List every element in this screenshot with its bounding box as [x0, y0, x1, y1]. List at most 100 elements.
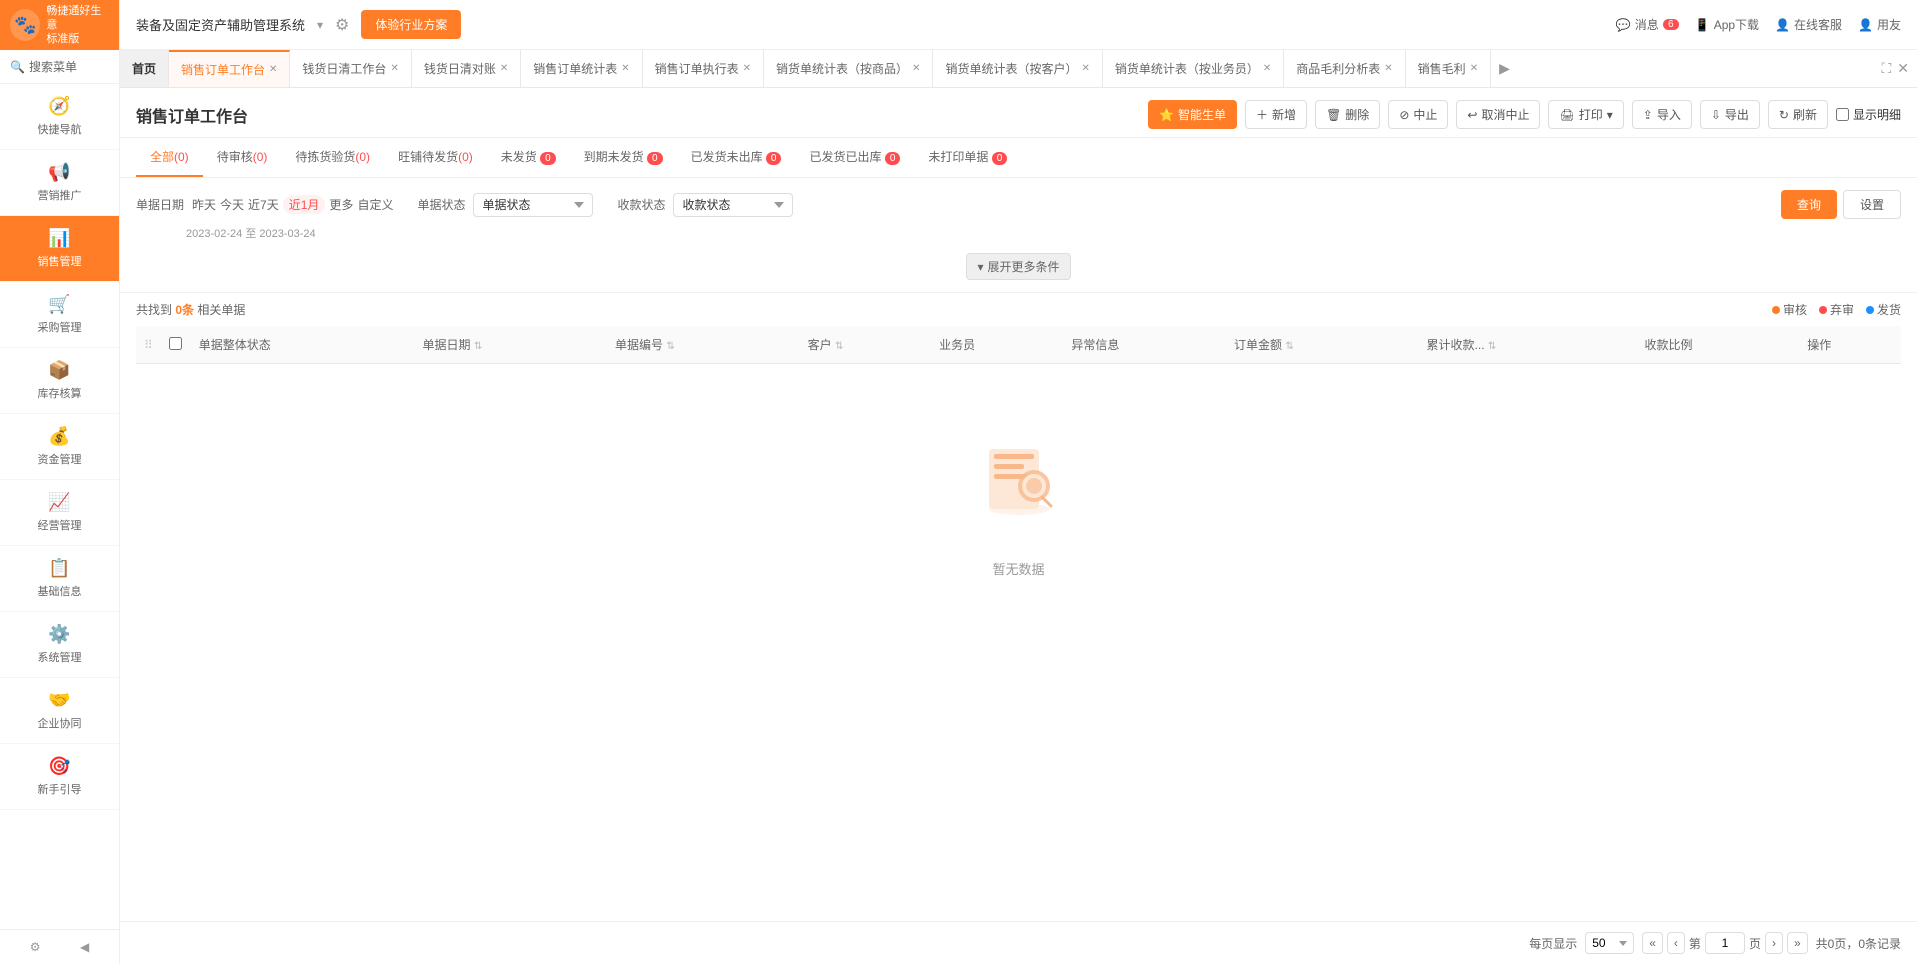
tab-cash-daily[interactable]: 钱货日清工作台 ✕	[290, 50, 411, 88]
sort-collected-icon: ⇅	[1488, 341, 1496, 352]
show-detail-checkbox[interactable]: 显示明细	[1836, 106, 1901, 123]
date-quick-group: 昨天 今天 近7天 近1月 更多 自定义	[192, 195, 393, 214]
tab-sales-single-product[interactable]: 销货单统计表（按商品） ✕	[764, 50, 933, 88]
date-custom[interactable]: 自定义	[357, 196, 393, 213]
expand-conditions-button[interactable]: ▾ 展开更多条件	[966, 253, 1070, 280]
filter-tab-shipped-outbound[interactable]: 已发货已出库 0	[795, 138, 914, 177]
industry-button[interactable]: 体验行业方案	[361, 10, 461, 39]
user-menu[interactable]: 👤 用友	[1858, 16, 1901, 33]
page-size-select[interactable]: 50 10 20 100	[1585, 932, 1634, 954]
sidebar-item-collab[interactable]: 🤝 企业协同	[0, 678, 119, 744]
date-today[interactable]: 今天	[220, 196, 244, 213]
tab-home[interactable]: 首页	[120, 50, 169, 88]
settings-icon[interactable]: ⚙	[30, 940, 41, 954]
filter-tab-not-printed[interactable]: 未打印单据 0	[914, 138, 1021, 177]
collapse-icon[interactable]: ◀	[80, 940, 89, 954]
filter-tab-all[interactable]: 全部(0)	[136, 138, 203, 177]
ship-dot	[1866, 306, 1874, 314]
tab-sales-more[interactable]: 销售毛利 ✕	[1406, 50, 1491, 88]
sidebar-item-operations[interactable]: 📈 经营管理	[0, 480, 119, 546]
last-page-button[interactable]: »	[1787, 932, 1808, 954]
first-page-button[interactable]: «	[1642, 932, 1663, 954]
sidebar-item-sales[interactable]: 📊 销售管理	[0, 216, 119, 282]
payment-select[interactable]: 收款状态	[673, 193, 793, 217]
tab-sales-single-customer[interactable]: 销货单统计表（按客户） ✕	[933, 50, 1102, 88]
col-customer[interactable]: 客户 ⇅	[800, 326, 932, 364]
date-yesterday[interactable]: 昨天	[192, 196, 216, 213]
col-amount[interactable]: 订单金额 ⇅	[1226, 326, 1419, 364]
sidebar-item-inventory[interactable]: 📦 库存核算	[0, 348, 119, 414]
tab-sales-exec[interactable]: 销售订单执行表 ✕	[643, 50, 764, 88]
gear-icon[interactable]: ⚙	[335, 15, 349, 35]
tab-sales-stats[interactable]: 销售订单统计表 ✕	[521, 50, 642, 88]
sidebar-item-guide[interactable]: 🎯 新手引导	[0, 744, 119, 810]
sidebar-item-marketing[interactable]: 📢 营销推广	[0, 150, 119, 216]
filter-tab-wangpu[interactable]: 旺铺待发货(0)	[384, 138, 487, 177]
stop-button[interactable]: ⊘ 中止	[1388, 100, 1448, 129]
filter-tab-pending-inspect[interactable]: 待拣货验货(0)	[281, 138, 384, 177]
delete-button[interactable]: 🗑 删除	[1315, 100, 1380, 129]
empty-state: 暂无数据	[136, 364, 1901, 638]
tab-close-staff[interactable]: ✕	[1263, 63, 1271, 74]
tab-sales-workbench[interactable]: 销售订单工作台 ✕	[169, 50, 290, 88]
search-menu[interactable]: 🔍 搜索菜单	[0, 50, 119, 84]
select-all-checkbox[interactable]	[169, 337, 182, 350]
settings-button[interactable]: 设置	[1843, 190, 1901, 219]
date-range-text: 2023-02-24 至 2023-03-24	[186, 225, 316, 241]
tab-more-button[interactable]: ▶	[1491, 60, 1518, 77]
print-button[interactable]: 🖨 打印 ▾	[1548, 100, 1623, 129]
online-service-button[interactable]: 👤 在线客服	[1775, 16, 1842, 33]
add-button[interactable]: ＋ 新增	[1245, 100, 1307, 129]
sidebar-item-purchase[interactable]: 🛒 采购管理	[0, 282, 119, 348]
scrollbar-area[interactable]	[120, 909, 1917, 921]
filter-tab-not-shipped[interactable]: 未发货 0	[487, 138, 570, 177]
status-select[interactable]: 单据状态	[473, 193, 593, 217]
sidebar: 🐾 畅捷通好生意 标准版 🔍 搜索菜单 🧭 快捷导航 📢 营销推广 📊 销售管理…	[0, 0, 120, 964]
expand-icon[interactable]: ▾	[317, 18, 323, 32]
detail-checkbox-input[interactable]	[1836, 108, 1849, 121]
prev-page-button[interactable]: ‹	[1667, 932, 1685, 954]
review-action[interactable]: 审核	[1772, 301, 1807, 318]
tab-close-more[interactable]: ✕	[1470, 63, 1478, 74]
tab-gross-profit[interactable]: 商品毛利分析表 ✕	[1284, 50, 1405, 88]
tab-action-fullscreen[interactable]: ⛶	[1881, 60, 1891, 77]
sidebar-item-system[interactable]: ⚙️ 系统管理	[0, 612, 119, 678]
message-button[interactable]: 💬 消息 6	[1616, 16, 1679, 33]
sidebar-item-finance[interactable]: 💰 资金管理	[0, 414, 119, 480]
cancel-stop-button[interactable]: ↩ 取消中止	[1456, 100, 1540, 129]
col-number[interactable]: 单据编号 ⇅	[607, 326, 800, 364]
col-date[interactable]: 单据日期 ⇅	[415, 326, 608, 364]
cancel-review-action[interactable]: 弃审	[1819, 301, 1854, 318]
tab-close-product[interactable]: ✕	[912, 63, 920, 74]
import-button[interactable]: ⇪ 导入	[1632, 100, 1692, 129]
sidebar-item-basic[interactable]: 📋 基础信息	[0, 546, 119, 612]
app-download-button[interactable]: 📱 App下载	[1695, 16, 1759, 33]
query-button[interactable]: 查询	[1781, 190, 1837, 219]
tab-close-sales-workbench[interactable]: ✕	[269, 64, 277, 75]
smart-btn[interactable]: ⭐ 智能生单	[1148, 100, 1237, 129]
filter-tab-overdue[interactable]: 到期未发货 0	[570, 138, 677, 177]
tab-sales-single-staff[interactable]: 销货单统计表（按业务员） ✕	[1103, 50, 1284, 88]
ship-action[interactable]: 发货	[1866, 301, 1901, 318]
col-collected[interactable]: 累计收款... ⇅	[1419, 326, 1637, 364]
col-operation: 操作	[1799, 326, 1901, 364]
date-7days[interactable]: 近7天	[248, 196, 279, 213]
tab-cash-reconcile[interactable]: 钱货日清对账 ✕	[412, 50, 521, 88]
page-input[interactable]	[1705, 932, 1745, 954]
filter-tab-shipped-not-outbound[interactable]: 已发货未出库 0	[677, 138, 796, 177]
tab-close-cash-daily[interactable]: ✕	[390, 63, 398, 74]
tab-close-sales-stats[interactable]: ✕	[621, 63, 629, 74]
filter-tab-pending-review[interactable]: 待审核(0)	[203, 138, 282, 177]
tab-close-cash-reconcile[interactable]: ✕	[500, 63, 508, 74]
export-button[interactable]: ⇩ 导出	[1700, 100, 1760, 129]
sort-amount-icon: ⇅	[1285, 341, 1293, 352]
tab-close-sales-exec[interactable]: ✕	[743, 63, 751, 74]
next-page-button[interactable]: ›	[1765, 932, 1783, 954]
tab-close-customer[interactable]: ✕	[1081, 63, 1089, 74]
tab-close-gross[interactable]: ✕	[1384, 63, 1392, 74]
sidebar-item-quicknav[interactable]: 🧭 快捷导航	[0, 84, 119, 150]
tab-action-close[interactable]: ✕	[1897, 60, 1909, 77]
date-1month[interactable]: 近1月	[283, 195, 326, 214]
refresh-button[interactable]: ↻ 刷新	[1768, 100, 1828, 129]
date-more[interactable]: 更多	[329, 196, 353, 213]
